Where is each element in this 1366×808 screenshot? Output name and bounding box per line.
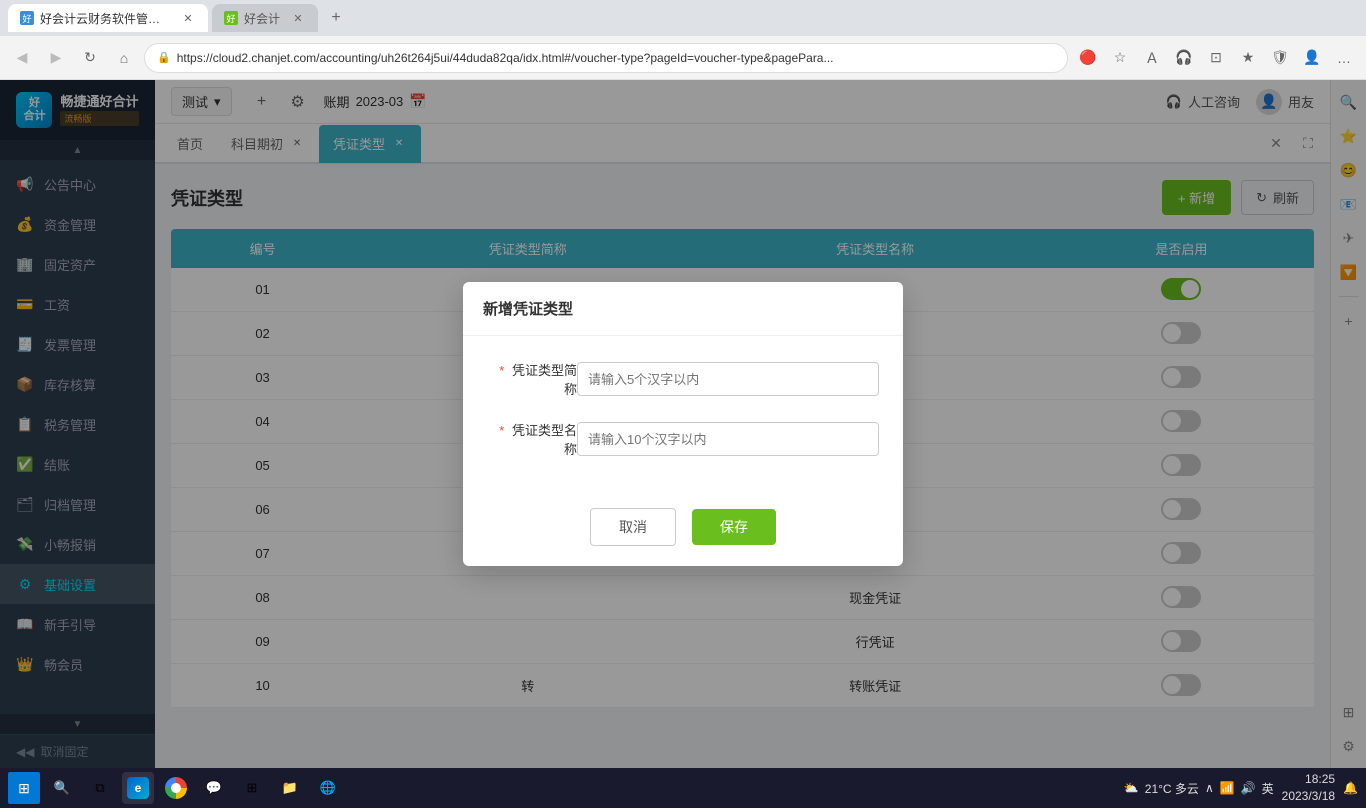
taskbar-clock[interactable]: 18:25 2023/3/18 xyxy=(1282,771,1335,805)
lock-icon: 🔒 xyxy=(157,51,171,64)
collection-button[interactable]: 🛡 xyxy=(1266,44,1294,72)
name-input[interactable] xyxy=(577,422,879,456)
notification-button[interactable]: 🔔 xyxy=(1343,781,1358,795)
sound-icon: 🔊 xyxy=(1241,781,1256,795)
modal-title: 新增凭证类型 xyxy=(483,301,573,318)
forward-button[interactable]: ▶ xyxy=(42,44,70,72)
taskbar: ⊞ 🔍 ⧉ e 💬 ⊞ 📁 🌐 ⛅ 21°C 多云 ∧ 📶 🔊 英 18:25 … xyxy=(0,768,1366,808)
tab-favicon-2: 好 xyxy=(224,11,238,25)
favorites-button[interactable]: ★ xyxy=(1234,44,1262,72)
home-button[interactable]: ⌂ xyxy=(110,44,138,72)
modal-overlay: 新增凭证类型 * 凭证类型简称 * 凭证类型名称 取消 保存 xyxy=(0,80,1366,768)
browser-tab-1-label: 好会计云财务软件管理系统_会计 xyxy=(40,10,170,27)
browser-tab-1-close[interactable]: ✕ xyxy=(180,10,196,26)
browser-tab-1[interactable]: 好 好会计云财务软件管理系统_会计 ✕ xyxy=(8,4,208,32)
taskbar-right: ⛅ 21°C 多云 ∧ 📶 🔊 英 18:25 2023/3/18 🔔 xyxy=(1124,771,1358,805)
tab-bar: 好 好会计云财务软件管理系统_会计 ✕ 好 好会计 ✕ + xyxy=(0,0,1366,36)
save-button[interactable]: 保存 xyxy=(692,509,776,545)
abbr-form-group: * 凭证类型简称 xyxy=(487,360,879,398)
zoom-button[interactable]: Ａ xyxy=(1138,44,1166,72)
split-screen-button[interactable]: ⊡ xyxy=(1202,44,1230,72)
bookmark-button[interactable]: ☆ xyxy=(1106,44,1134,72)
taskbar-expand[interactable]: ∧ xyxy=(1205,781,1214,795)
abbr-label: * 凭证类型简称 xyxy=(487,360,577,398)
modal-body: * 凭证类型简称 * 凭证类型名称 xyxy=(463,336,903,496)
name-label-text: 凭证类型名称 xyxy=(512,423,577,457)
browser-tab-2[interactable]: 好 好会计 ✕ xyxy=(212,4,318,32)
clock-time: 18:25 xyxy=(1282,771,1335,788)
weather-icon: ⛅ xyxy=(1124,781,1139,795)
taskbar-search[interactable]: 🔍 xyxy=(46,772,78,804)
refresh-button[interactable]: ↻ xyxy=(76,44,104,72)
name-label: * 凭证类型名称 xyxy=(487,420,577,458)
browser-chrome: 好 好会计云财务软件管理系统_会计 ✕ 好 好会计 ✕ + ◀ ▶ ↻ ⌂ 🔒 … xyxy=(0,0,1366,80)
profile-button[interactable]: 👤 xyxy=(1298,44,1326,72)
browser-actions: 🔴 ☆ Ａ 🎧 ⊡ ★ 🛡 👤 … xyxy=(1074,44,1358,72)
browser-tab-2-label: 好会计 xyxy=(244,10,280,27)
extensions-button[interactable]: 🔴 xyxy=(1074,44,1102,72)
start-button[interactable]: ⊞ xyxy=(8,772,40,804)
name-required: * xyxy=(499,423,504,438)
tab-favicon-1: 好 xyxy=(20,11,34,25)
cancel-button[interactable]: 取消 xyxy=(590,508,676,546)
modal-footer: 取消 保存 xyxy=(463,496,903,566)
read-aloud-button[interactable]: 🎧 xyxy=(1170,44,1198,72)
taskbar-system-tray: ⛅ 21°C 多云 ∧ 📶 🔊 英 xyxy=(1124,780,1274,797)
browser-tab-2-close[interactable]: ✕ xyxy=(290,10,306,26)
taskbar-apps[interactable]: ⊞ xyxy=(236,772,268,804)
modal-header: 新增凭证类型 xyxy=(463,282,903,336)
taskbar-wechat[interactable]: 💬 xyxy=(198,772,230,804)
abbr-input[interactable] xyxy=(577,362,879,396)
weather-text: 21°C 多云 xyxy=(1145,780,1199,797)
address-text: https://cloud2.chanjet.com/accounting/uh… xyxy=(177,51,834,65)
network-icon: 📶 xyxy=(1220,781,1235,795)
taskbar-browser2[interactable]: 🌐 xyxy=(312,772,344,804)
taskbar-files[interactable]: 📁 xyxy=(274,772,306,804)
address-bar: ◀ ▶ ↻ ⌂ 🔒 https://cloud2.chanjet.com/acc… xyxy=(0,36,1366,80)
address-input[interactable]: 🔒 https://cloud2.chanjet.com/accounting/… xyxy=(144,43,1068,73)
abbr-required: * xyxy=(499,363,504,378)
name-form-group: * 凭证类型名称 xyxy=(487,420,879,458)
taskbar-chrome[interactable] xyxy=(160,772,192,804)
back-button[interactable]: ◀ xyxy=(8,44,36,72)
taskbar-edge[interactable]: e xyxy=(122,772,154,804)
new-voucher-type-modal: 新增凭证类型 * 凭证类型简称 * 凭证类型名称 取消 保存 xyxy=(463,282,903,566)
more-button[interactable]: … xyxy=(1330,44,1358,72)
language-indicator: 英 xyxy=(1262,780,1274,797)
abbr-label-text: 凭证类型简称 xyxy=(512,363,577,397)
taskbar-taskview[interactable]: ⧉ xyxy=(84,772,116,804)
clock-date: 2023/3/18 xyxy=(1282,788,1335,805)
new-tab-button[interactable]: + xyxy=(322,4,350,32)
